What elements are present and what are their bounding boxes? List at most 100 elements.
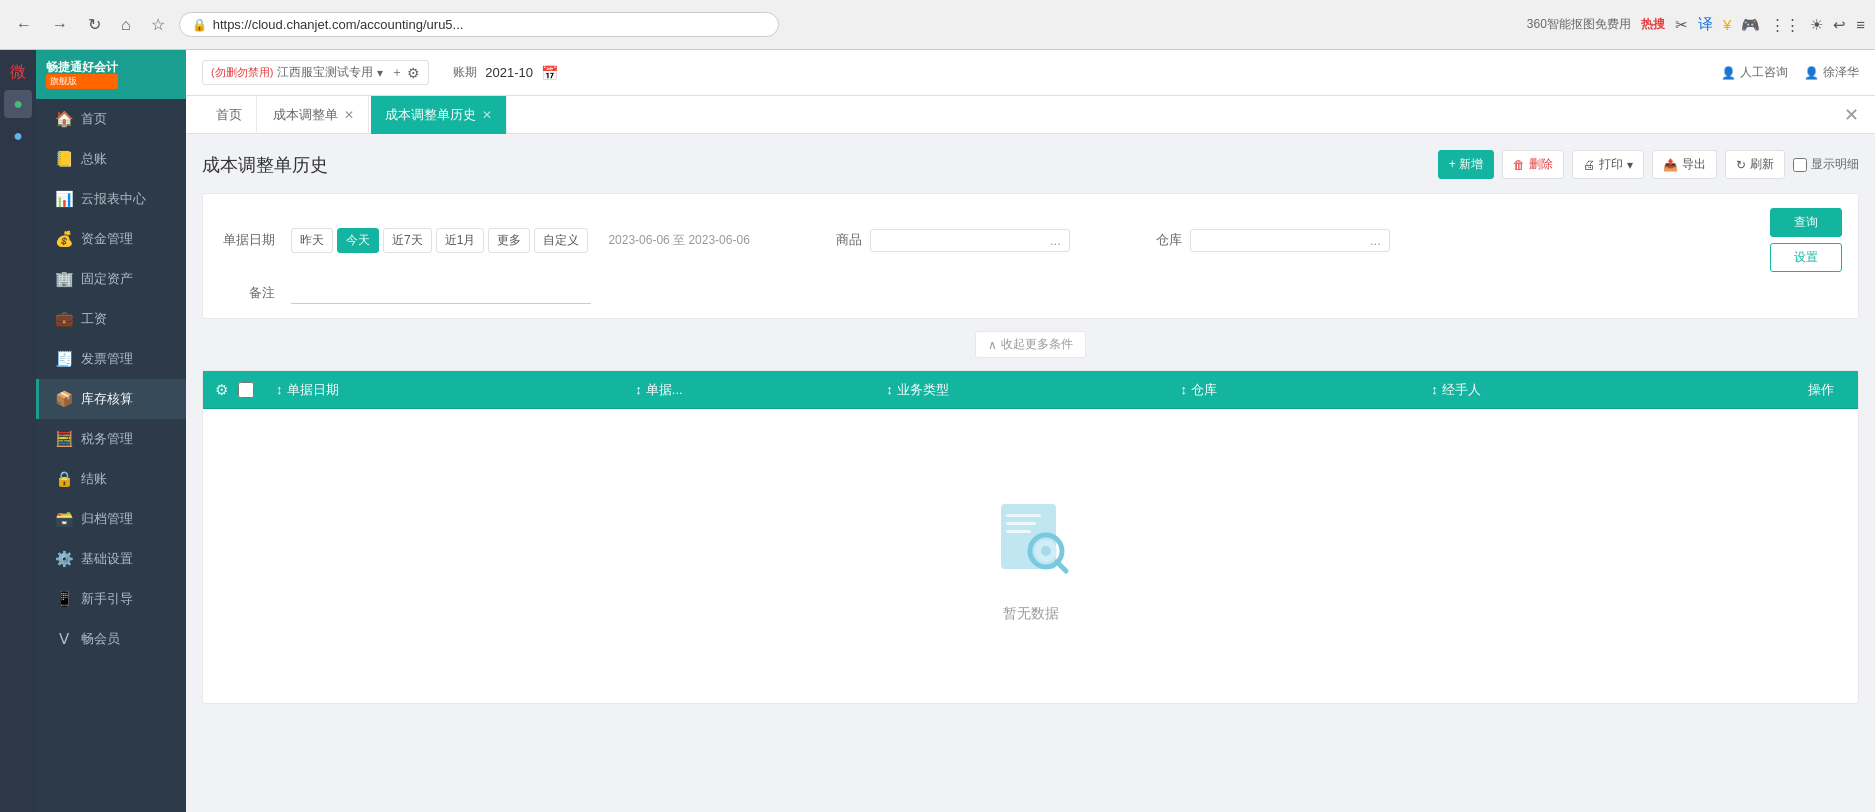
scissors-icon: ✂ xyxy=(1675,16,1688,34)
filter-settings-button[interactable]: 设置 xyxy=(1770,243,1842,272)
top-bar: (勿删勿禁用) 江西服宝测试专用 ▾ ＋ ⚙ 账期 2021-10 📅 👤 人工… xyxy=(186,50,1875,96)
tab-cost-adjust[interactable]: 成本调整单 ✕ xyxy=(259,96,369,134)
sidebar-item-reports[interactable]: 📊 云报表中心 xyxy=(36,179,186,219)
sort-type-icon[interactable]: ↕ xyxy=(886,382,893,397)
date-btn-custom[interactable]: 自定义 xyxy=(534,228,588,253)
star-button[interactable]: ☆ xyxy=(145,11,171,38)
th-action-label: 操作 xyxy=(1808,381,1834,399)
company-selector[interactable]: (勿删勿禁用) 江西服宝测试专用 ▾ ＋ ⚙ xyxy=(202,60,429,85)
forward-button[interactable]: → xyxy=(46,12,74,38)
date-btn-7days[interactable]: 近7天 xyxy=(383,228,432,253)
sidebar-item-invoice[interactable]: 🧾 发票管理 xyxy=(36,339,186,379)
date-btn-yesterday[interactable]: 昨天 xyxy=(291,228,333,253)
sidebar-item-ledger[interactable]: 📒 总账 xyxy=(36,139,186,179)
collapse-button[interactable]: ∧ 收起更多条件 xyxy=(975,331,1086,358)
back-button[interactable]: ← xyxy=(10,12,38,38)
sidebar-item-ledger-label: 总账 xyxy=(81,150,107,168)
sidebar-item-close-label: 结账 xyxy=(81,470,107,488)
select-all-checkbox[interactable] xyxy=(238,382,254,398)
refresh-button[interactable]: ↻ xyxy=(82,11,107,38)
sort-warehouse-icon[interactable]: ↕ xyxy=(1180,382,1187,397)
grid-icon: ⋮⋮ xyxy=(1770,16,1800,34)
svg-rect-2 xyxy=(1006,522,1036,525)
company-name-text: 江西服宝测试专用 xyxy=(277,64,373,81)
sidebar-item-home-label: 首页 xyxy=(81,110,107,128)
tab-history-close-icon[interactable]: ✕ xyxy=(482,108,492,122)
fixed-assets-icon: 🏢 xyxy=(55,270,73,288)
sidebar-item-tax[interactable]: 🧮 税务管理 xyxy=(36,419,186,459)
filter-row-remark: 备注 xyxy=(219,282,1842,304)
user-avatar-icon: 👤 xyxy=(1804,66,1819,80)
menu-icon: ≡ xyxy=(1856,16,1865,33)
warehouse-select[interactable]: ... xyxy=(1190,229,1390,252)
date-filter-label: 单据日期 xyxy=(219,231,275,249)
sidebar-item-home[interactable]: 🏠 首页 xyxy=(36,99,186,139)
sidebar-item-salary[interactable]: 💼 工资 xyxy=(36,299,186,339)
sidebar-item-member[interactable]: Ⅴ 畅会员 xyxy=(36,619,186,659)
query-button[interactable]: 查询 xyxy=(1770,208,1842,237)
user-profile[interactable]: 👤 徐泽华 xyxy=(1804,64,1859,81)
page-title: 成本调整单历史 xyxy=(202,153,328,177)
tab-home[interactable]: 首页 xyxy=(202,96,257,134)
table-header: ⚙ ↕ 单据日期 ↕ 单据... ↕ 业务类型 xyxy=(203,371,1858,409)
sidebar-item-guide[interactable]: 📱 新手引导 xyxy=(36,579,186,619)
svg-rect-3 xyxy=(1006,530,1031,533)
home-button[interactable]: ⌂ xyxy=(115,12,137,38)
empty-text: 暂无数据 xyxy=(1003,605,1059,623)
th-date: ↕ 单据日期 xyxy=(264,381,613,399)
date-btn-today[interactable]: 今天 xyxy=(337,228,379,253)
main-sidebar: 畅捷通好会计 旗舰版 🏠 首页 📒 总账 📊 云报表中心 💰 资金管理 xyxy=(36,50,186,812)
print-button[interactable]: 🖨 打印 ▾ xyxy=(1572,150,1644,179)
sort-handler-icon[interactable]: ↕ xyxy=(1431,382,1438,397)
close-window-icon[interactable]: ✕ xyxy=(1844,104,1859,126)
sort-no-icon[interactable]: ↕ xyxy=(635,382,642,397)
translate-icon: 译 xyxy=(1698,15,1713,34)
th-no-label: 单据... xyxy=(646,381,683,399)
icon-sidebar-item-app[interactable]: ● xyxy=(4,90,32,118)
sidebar-item-settings[interactable]: ⚙️ 基础设置 xyxy=(36,539,186,579)
sidebar-item-archive[interactable]: 🗃️ 归档管理 xyxy=(36,499,186,539)
empty-illustration xyxy=(981,489,1081,589)
show-cols-checkbox[interactable] xyxy=(1793,158,1807,172)
icon-sidebar-item-weibo[interactable]: 微 xyxy=(4,58,32,86)
sidebar-item-inventory[interactable]: 📦 库存核算 xyxy=(36,379,186,419)
svg-rect-1 xyxy=(1006,514,1041,517)
th-warehouse-label: 仓库 xyxy=(1191,381,1217,399)
export-label: 导出 xyxy=(1682,156,1706,173)
th-handler-label: 经手人 xyxy=(1442,381,1481,399)
add-company-icon: ＋ xyxy=(391,64,403,81)
date-btn-more[interactable]: 更多 xyxy=(488,228,530,253)
service-button[interactable]: 👤 人工咨询 xyxy=(1721,64,1788,81)
sidebar-item-salary-label: 工资 xyxy=(81,310,107,328)
export-button[interactable]: 📤 导出 xyxy=(1652,150,1717,179)
sort-up-icon[interactable]: ↕ xyxy=(276,382,283,397)
table-settings-icon[interactable]: ⚙ xyxy=(215,381,228,399)
refresh-button[interactable]: ↻ 刷新 xyxy=(1725,150,1785,179)
goods-select[interactable]: ... xyxy=(870,229,1070,252)
period-value: 2021-10 xyxy=(485,65,533,80)
tab-cost-adjust-close-icon[interactable]: ✕ xyxy=(344,108,354,122)
sidebar-item-reports-label: 云报表中心 xyxy=(81,190,146,208)
th-type-label: 业务类型 xyxy=(897,381,949,399)
filter-section: 单据日期 昨天 今天 近7天 近1月 更多 自定义 2023-06-06 至 2… xyxy=(202,193,1859,319)
print-label: 打印 xyxy=(1599,156,1623,173)
delete-button[interactable]: 🗑 删除 xyxy=(1502,150,1564,179)
tab-home-label: 首页 xyxy=(216,106,242,124)
sidebar-item-invoice-label: 发票管理 xyxy=(81,350,133,368)
date-btn-1month[interactable]: 近1月 xyxy=(436,228,485,253)
sidebar-item-fixed-assets[interactable]: 🏢 固定资产 xyxy=(36,259,186,299)
icon-sidebar-item-blue[interactable]: ● xyxy=(4,122,32,150)
tab-cost-adjust-history[interactable]: 成本调整单历史 ✕ xyxy=(371,96,507,134)
new-button[interactable]: + 新增 xyxy=(1438,150,1494,179)
remark-input[interactable] xyxy=(291,282,591,304)
sidebar-logo[interactable]: 畅捷通好会计 旗舰版 xyxy=(36,50,186,99)
delete-label: 删除 xyxy=(1529,156,1553,173)
sidebar-item-close-accounts[interactable]: 🔒 结账 xyxy=(36,459,186,499)
settings-gear-icon: ⚙ xyxy=(407,65,420,81)
sidebar-item-fund[interactable]: 💰 资金管理 xyxy=(36,219,186,259)
tab-cost-adjust-label: 成本调整单 xyxy=(273,106,338,124)
content-area: (勿删勿禁用) 江西服宝测试专用 ▾ ＋ ⚙ 账期 2021-10 📅 👤 人工… xyxy=(186,50,1875,812)
sidebar-logo-text: 畅捷通好会计 xyxy=(46,60,118,74)
url-bar[interactable]: 🔒 https://cloud.chanjet.com/accounting/u… xyxy=(179,12,779,37)
salary-icon: 💼 xyxy=(55,310,73,328)
